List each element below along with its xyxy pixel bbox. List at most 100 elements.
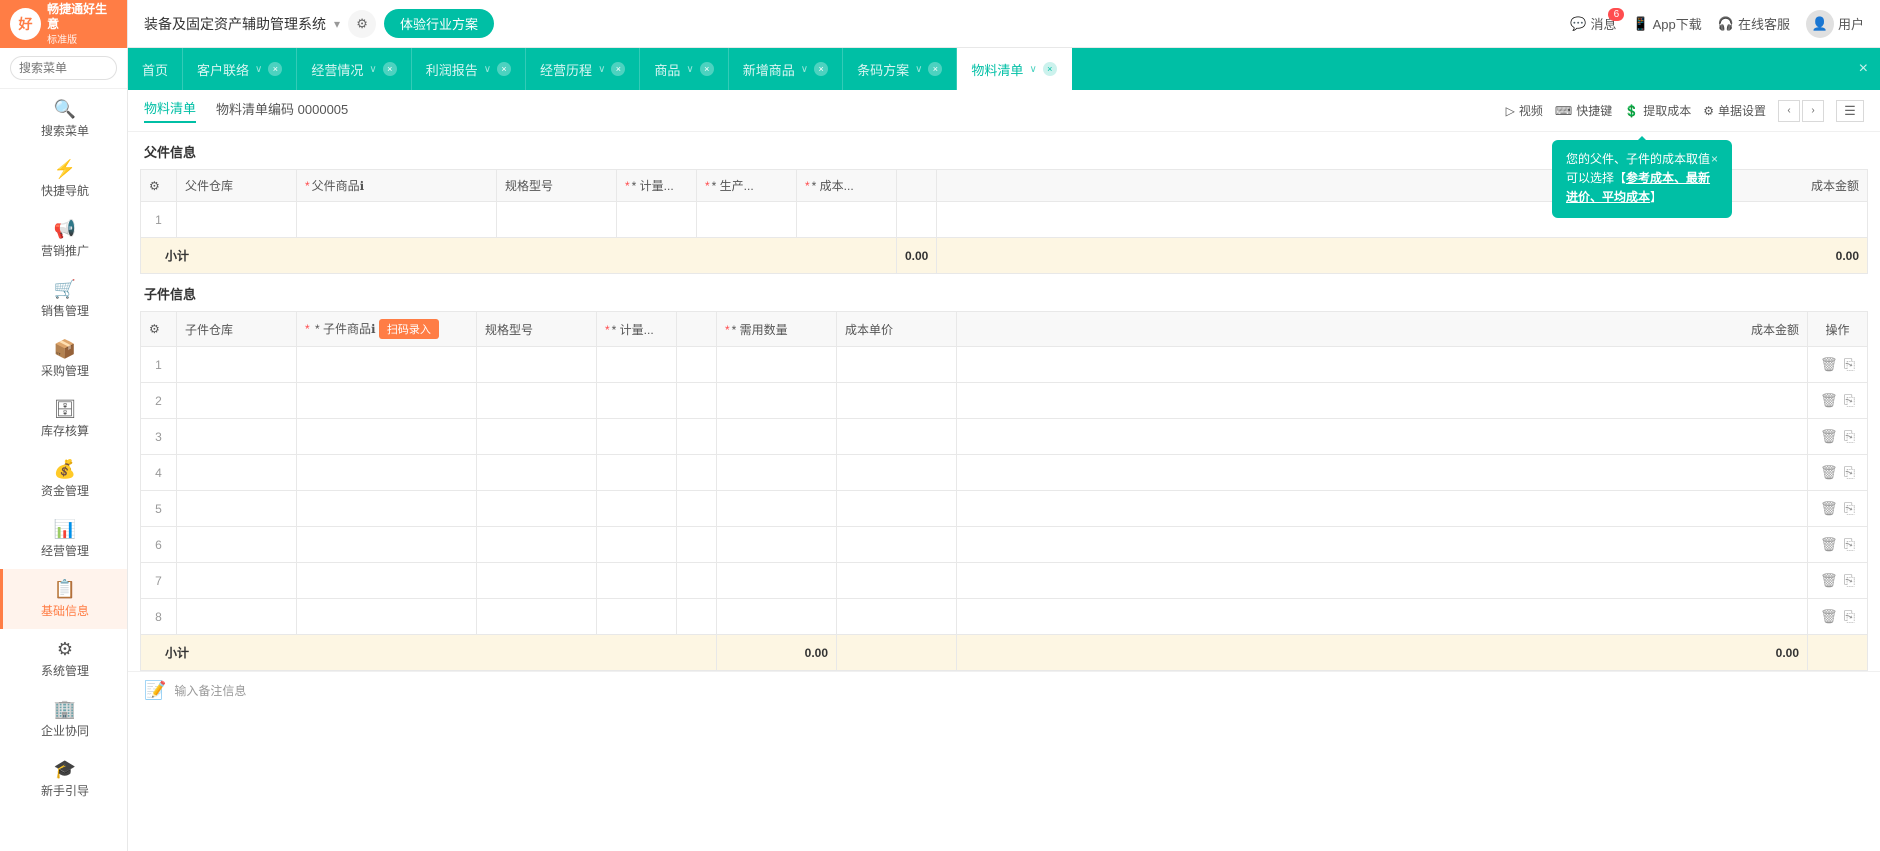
child-row-8-product[interactable]: [297, 599, 477, 635]
child-row-8-unit[interactable]: [597, 599, 677, 635]
copy-icon-row7[interactable]: ⎘: [1844, 572, 1855, 589]
doc-settings-btn[interactable]: ⚙ 单据设置: [1703, 102, 1766, 119]
sub-tab-bom-list[interactable]: 物料清单: [144, 98, 196, 123]
child-row-4-unit[interactable]: [597, 455, 677, 491]
child-row-7-cost-amount[interactable]: [957, 563, 1808, 599]
child-row-7-unit[interactable]: [597, 563, 677, 599]
child-row-1-cost-amount[interactable]: [957, 347, 1808, 383]
child-row-6-cost-amount[interactable]: [957, 527, 1808, 563]
child-row-5-spec[interactable]: [477, 491, 597, 527]
sidebar-item-basic-info[interactable]: 📋 基础信息: [0, 569, 127, 629]
trial-button[interactable]: 体验行业方案: [384, 9, 494, 38]
tab-history[interactable]: 经营历程 ∨ ×: [526, 48, 640, 90]
sidebar-item-guide[interactable]: 🎓 新手引导: [0, 749, 127, 809]
delete-icon-row8[interactable]: 🗑: [1820, 608, 1838, 625]
child-row-7-quantity[interactable]: [717, 563, 837, 599]
tab-home[interactable]: 首页: [128, 48, 183, 90]
child-row-2-product[interactable]: [297, 383, 477, 419]
copy-icon-row3[interactable]: ⎘: [1844, 428, 1855, 445]
sidebar-item-system[interactable]: ⚙ 系统管理: [0, 629, 127, 689]
system-dropdown-arrow[interactable]: ▾: [334, 17, 340, 31]
tab-close-bom[interactable]: ×: [1043, 62, 1057, 76]
tab-close-customers[interactable]: ×: [268, 62, 282, 76]
child-row-6-product[interactable]: [297, 527, 477, 563]
parent-row-1-unit[interactable]: [617, 202, 697, 238]
close-all-tabs[interactable]: ×: [1847, 60, 1880, 78]
shortcut-btn[interactable]: ⌨ 快捷键: [1555, 102, 1612, 119]
child-row-1-warehouse[interactable]: [177, 347, 297, 383]
child-row-1-product[interactable]: [297, 347, 477, 383]
child-row-1-quantity[interactable]: [717, 347, 837, 383]
child-row-1-unit-cost[interactable]: [837, 347, 957, 383]
parent-row-1-warehouse[interactable]: [177, 202, 297, 238]
child-row-8-cost-amount[interactable]: [957, 599, 1808, 635]
child-row-4-warehouse[interactable]: [177, 455, 297, 491]
prev-arrow[interactable]: ‹: [1778, 100, 1800, 122]
user-avatar[interactable]: 👤 用户: [1806, 10, 1864, 38]
tab-profit[interactable]: 利润报告 ∨ ×: [412, 48, 526, 90]
copy-icon-row6[interactable]: ⎘: [1844, 536, 1855, 553]
app-download-button[interactable]: 📱 App下载: [1632, 14, 1701, 33]
next-arrow[interactable]: ›: [1802, 100, 1824, 122]
child-row-8-warehouse[interactable]: [177, 599, 297, 635]
copy-icon-row1[interactable]: ⎘: [1844, 356, 1855, 373]
child-col-settings[interactable]: ⚙: [141, 312, 177, 347]
tab-customers[interactable]: 客户联络 ∨ ×: [183, 48, 297, 90]
sidebar-item-quick-nav[interactable]: ⚡ 快捷导航: [0, 149, 127, 209]
child-row-7-product[interactable]: [297, 563, 477, 599]
child-row-3-unit[interactable]: [597, 419, 677, 455]
copy-icon-row8[interactable]: ⎘: [1844, 608, 1855, 625]
tab-barcode[interactable]: 条码方案 ∨ ×: [843, 48, 957, 90]
parent-row-1-production[interactable]: [697, 202, 797, 238]
child-row-6-unit[interactable]: [597, 527, 677, 563]
parent-row-1-product[interactable]: [297, 202, 497, 238]
settings-button[interactable]: ⚙: [348, 10, 376, 38]
child-row-7-spec[interactable]: [477, 563, 597, 599]
message-button[interactable]: 💬 消息 6: [1570, 14, 1616, 33]
sidebar-item-marketing[interactable]: 📢 营销推广: [0, 209, 127, 269]
child-row-2-unit-cost[interactable]: [837, 383, 957, 419]
sidebar-item-inventory[interactable]: 🗄 库存核算: [0, 389, 127, 449]
child-row-3-warehouse[interactable]: [177, 419, 297, 455]
delete-icon-row7[interactable]: 🗑: [1820, 572, 1838, 589]
video-btn[interactable]: ▷ 视频: [1506, 102, 1543, 119]
child-row-4-quantity[interactable]: [717, 455, 837, 491]
tab-close-new-products[interactable]: ×: [814, 62, 828, 76]
parent-row-1-cost[interactable]: [797, 202, 897, 238]
sidebar-item-finance[interactable]: 💰 资金管理: [0, 449, 127, 509]
child-row-3-cost-amount[interactable]: [957, 419, 1808, 455]
delete-icon-row6[interactable]: 🗑: [1820, 536, 1838, 553]
child-row-4-spec[interactable]: [477, 455, 597, 491]
child-row-2-spec[interactable]: [477, 383, 597, 419]
sub-tab-bom-code[interactable]: 物料清单编码 0000005: [216, 99, 348, 122]
delete-icon-row5[interactable]: 🗑: [1820, 500, 1838, 517]
child-row-6-warehouse[interactable]: [177, 527, 297, 563]
tab-close-history[interactable]: ×: [611, 62, 625, 76]
sidebar-item-enterprise[interactable]: 🏢 企业协同: [0, 689, 127, 749]
child-row-6-unit-cost[interactable]: [837, 527, 957, 563]
scan-btn[interactable]: 扫码录入: [379, 319, 439, 339]
tab-close-products[interactable]: ×: [700, 62, 714, 76]
tab-bom[interactable]: 物料清单 ∨ ×: [957, 48, 1071, 90]
parent-col-settings[interactable]: ⚙: [141, 170, 177, 202]
child-row-3-spec[interactable]: [477, 419, 597, 455]
child-row-5-warehouse[interactable]: [177, 491, 297, 527]
child-row-5-cost-amount[interactable]: [957, 491, 1808, 527]
child-row-7-unit-cost[interactable]: [837, 563, 957, 599]
child-row-8-unit-cost[interactable]: [837, 599, 957, 635]
child-row-8-quantity[interactable]: [717, 599, 837, 635]
child-row-2-warehouse[interactable]: [177, 383, 297, 419]
parent-row-1-spec[interactable]: [497, 202, 617, 238]
child-row-6-quantity[interactable]: [717, 527, 837, 563]
tab-close-operations[interactable]: ×: [383, 62, 397, 76]
child-row-7-warehouse[interactable]: [177, 563, 297, 599]
tab-operations[interactable]: 经营情况 ∨ ×: [297, 48, 411, 90]
tab-close-profit[interactable]: ×: [497, 62, 511, 76]
cost-btn[interactable]: 💲 提取成本: [1624, 102, 1691, 119]
tooltip-close-btn[interactable]: ×: [1711, 150, 1718, 169]
child-row-4-unit-cost[interactable]: [837, 455, 957, 491]
child-row-3-product[interactable]: [297, 419, 477, 455]
delete-icon-row4[interactable]: 🗑: [1820, 464, 1838, 481]
copy-icon-row2[interactable]: ⎘: [1844, 392, 1855, 409]
search-area[interactable]: [0, 48, 127, 89]
